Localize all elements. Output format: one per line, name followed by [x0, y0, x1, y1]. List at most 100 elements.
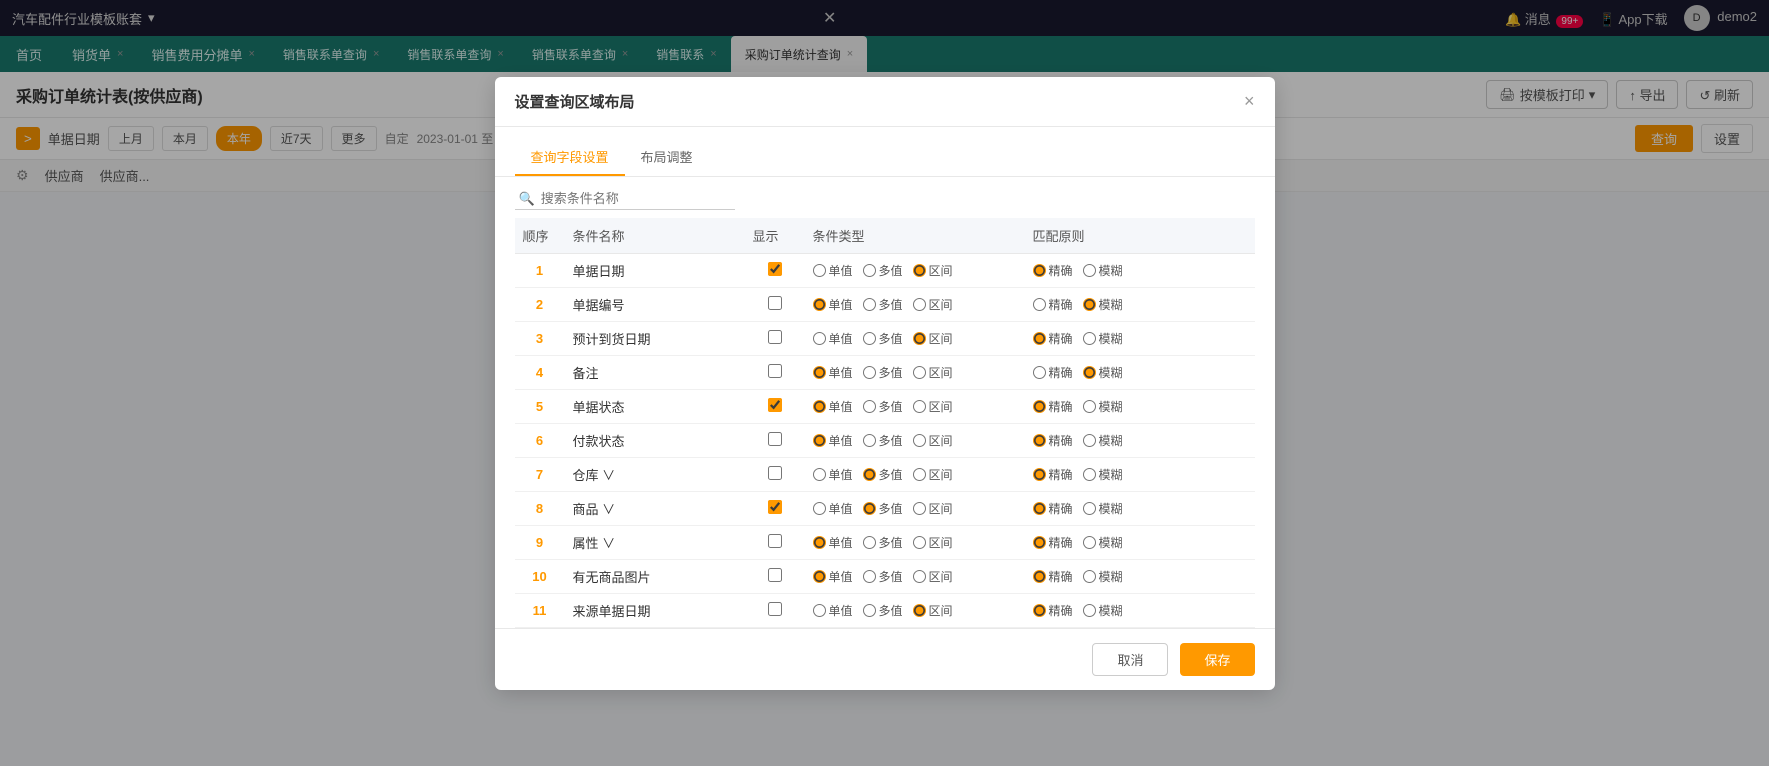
type-radio[interactable]	[813, 502, 826, 515]
match-radio[interactable]	[1083, 434, 1096, 447]
type-option-label[interactable]: 区间	[913, 568, 953, 585]
type-option-label[interactable]: 单值	[813, 534, 853, 551]
match-radio[interactable]	[1083, 366, 1096, 379]
save-button[interactable]: 保存	[1180, 643, 1254, 676]
type-option-label[interactable]: 多值	[863, 262, 903, 279]
type-radio[interactable]	[813, 536, 826, 549]
type-option-label[interactable]: 单值	[813, 330, 853, 347]
match-radio[interactable]	[1033, 468, 1046, 481]
type-option-label[interactable]: 区间	[913, 432, 953, 449]
match-radio[interactable]	[1033, 366, 1046, 379]
type-radio[interactable]	[813, 298, 826, 311]
type-option-label[interactable]: 多值	[863, 364, 903, 381]
type-radio[interactable]	[863, 536, 876, 549]
type-option-label[interactable]: 区间	[913, 602, 953, 619]
match-radio[interactable]	[1083, 400, 1096, 413]
match-radio[interactable]	[1033, 502, 1046, 515]
match-radio[interactable]	[1083, 502, 1096, 515]
type-option-label[interactable]: 单值	[813, 466, 853, 483]
match-option-label[interactable]: 精确	[1033, 330, 1073, 347]
match-radio[interactable]	[1083, 298, 1096, 311]
type-radio[interactable]	[863, 604, 876, 617]
display-checkbox[interactable]	[768, 432, 782, 446]
display-checkbox[interactable]	[768, 330, 782, 344]
type-option-label[interactable]: 单值	[813, 602, 853, 619]
match-option-label[interactable]: 精确	[1033, 500, 1073, 517]
type-radio[interactable]	[863, 434, 876, 447]
type-radio[interactable]	[813, 400, 826, 413]
display-checkbox[interactable]	[768, 296, 782, 310]
type-radio[interactable]	[863, 468, 876, 481]
match-radio[interactable]	[1083, 604, 1096, 617]
type-radio[interactable]	[913, 502, 926, 515]
match-radio[interactable]	[1033, 400, 1046, 413]
type-radio[interactable]	[863, 264, 876, 277]
match-option-label[interactable]: 模糊	[1083, 568, 1123, 585]
match-radio[interactable]	[1033, 298, 1046, 311]
type-radio[interactable]	[863, 400, 876, 413]
type-option-label[interactable]: 多值	[863, 500, 903, 517]
match-option-label[interactable]: 模糊	[1083, 466, 1123, 483]
condition-search-input[interactable]	[541, 191, 721, 206]
type-option-label[interactable]: 单值	[813, 262, 853, 279]
match-radio[interactable]	[1083, 332, 1096, 345]
type-option-label[interactable]: 多值	[863, 398, 903, 415]
type-radio[interactable]	[863, 298, 876, 311]
type-radio[interactable]	[813, 264, 826, 277]
display-checkbox[interactable]	[768, 364, 782, 378]
type-option-label[interactable]: 区间	[913, 398, 953, 415]
type-radio[interactable]	[863, 502, 876, 515]
display-checkbox[interactable]	[768, 262, 782, 276]
type-option-label[interactable]: 单值	[813, 296, 853, 313]
tab-field-settings[interactable]: 查询字段设置	[515, 139, 625, 176]
match-option-label[interactable]: 精确	[1033, 466, 1073, 483]
type-radio[interactable]	[813, 468, 826, 481]
display-checkbox[interactable]	[768, 602, 782, 616]
type-option-label[interactable]: 区间	[913, 466, 953, 483]
type-option-label[interactable]: 多值	[863, 568, 903, 585]
type-option-label[interactable]: 单值	[813, 364, 853, 381]
match-option-label[interactable]: 模糊	[1083, 330, 1123, 347]
type-option-label[interactable]: 区间	[913, 364, 953, 381]
match-radio[interactable]	[1033, 604, 1046, 617]
type-option-label[interactable]: 多值	[863, 432, 903, 449]
match-option-label[interactable]: 模糊	[1083, 364, 1123, 381]
type-option-label[interactable]: 区间	[913, 534, 953, 551]
match-option-label[interactable]: 精确	[1033, 432, 1073, 449]
type-radio[interactable]	[913, 264, 926, 277]
match-option-label[interactable]: 模糊	[1083, 602, 1123, 619]
type-option-label[interactable]: 单值	[813, 398, 853, 415]
type-radio[interactable]	[813, 434, 826, 447]
display-checkbox[interactable]	[768, 466, 782, 480]
type-option-label[interactable]: 多值	[863, 296, 903, 313]
type-radio[interactable]	[863, 332, 876, 345]
type-radio[interactable]	[913, 332, 926, 345]
match-option-label[interactable]: 精确	[1033, 398, 1073, 415]
match-option-label[interactable]: 精确	[1033, 262, 1073, 279]
match-option-label[interactable]: 精确	[1033, 296, 1073, 313]
type-radio[interactable]	[813, 570, 826, 583]
type-radio[interactable]	[913, 400, 926, 413]
match-option-label[interactable]: 模糊	[1083, 296, 1123, 313]
match-option-label[interactable]: 精确	[1033, 364, 1073, 381]
match-option-label[interactable]: 模糊	[1083, 534, 1123, 551]
display-checkbox[interactable]	[768, 534, 782, 548]
match-option-label[interactable]: 精确	[1033, 534, 1073, 551]
display-checkbox[interactable]	[768, 500, 782, 514]
match-option-label[interactable]: 精确	[1033, 602, 1073, 619]
type-radio[interactable]	[863, 366, 876, 379]
display-checkbox[interactable]	[768, 398, 782, 412]
match-radio[interactable]	[1033, 570, 1046, 583]
type-radio[interactable]	[913, 604, 926, 617]
type-option-label[interactable]: 区间	[913, 262, 953, 279]
type-option-label[interactable]: 多值	[863, 534, 903, 551]
type-option-label[interactable]: 多值	[863, 466, 903, 483]
match-radio[interactable]	[1083, 570, 1096, 583]
match-option-label[interactable]: 模糊	[1083, 432, 1123, 449]
type-option-label[interactable]: 单值	[813, 568, 853, 585]
type-radio[interactable]	[863, 570, 876, 583]
type-radio[interactable]	[813, 604, 826, 617]
match-option-label[interactable]: 模糊	[1083, 262, 1123, 279]
type-radio[interactable]	[913, 536, 926, 549]
type-radio[interactable]	[913, 366, 926, 379]
